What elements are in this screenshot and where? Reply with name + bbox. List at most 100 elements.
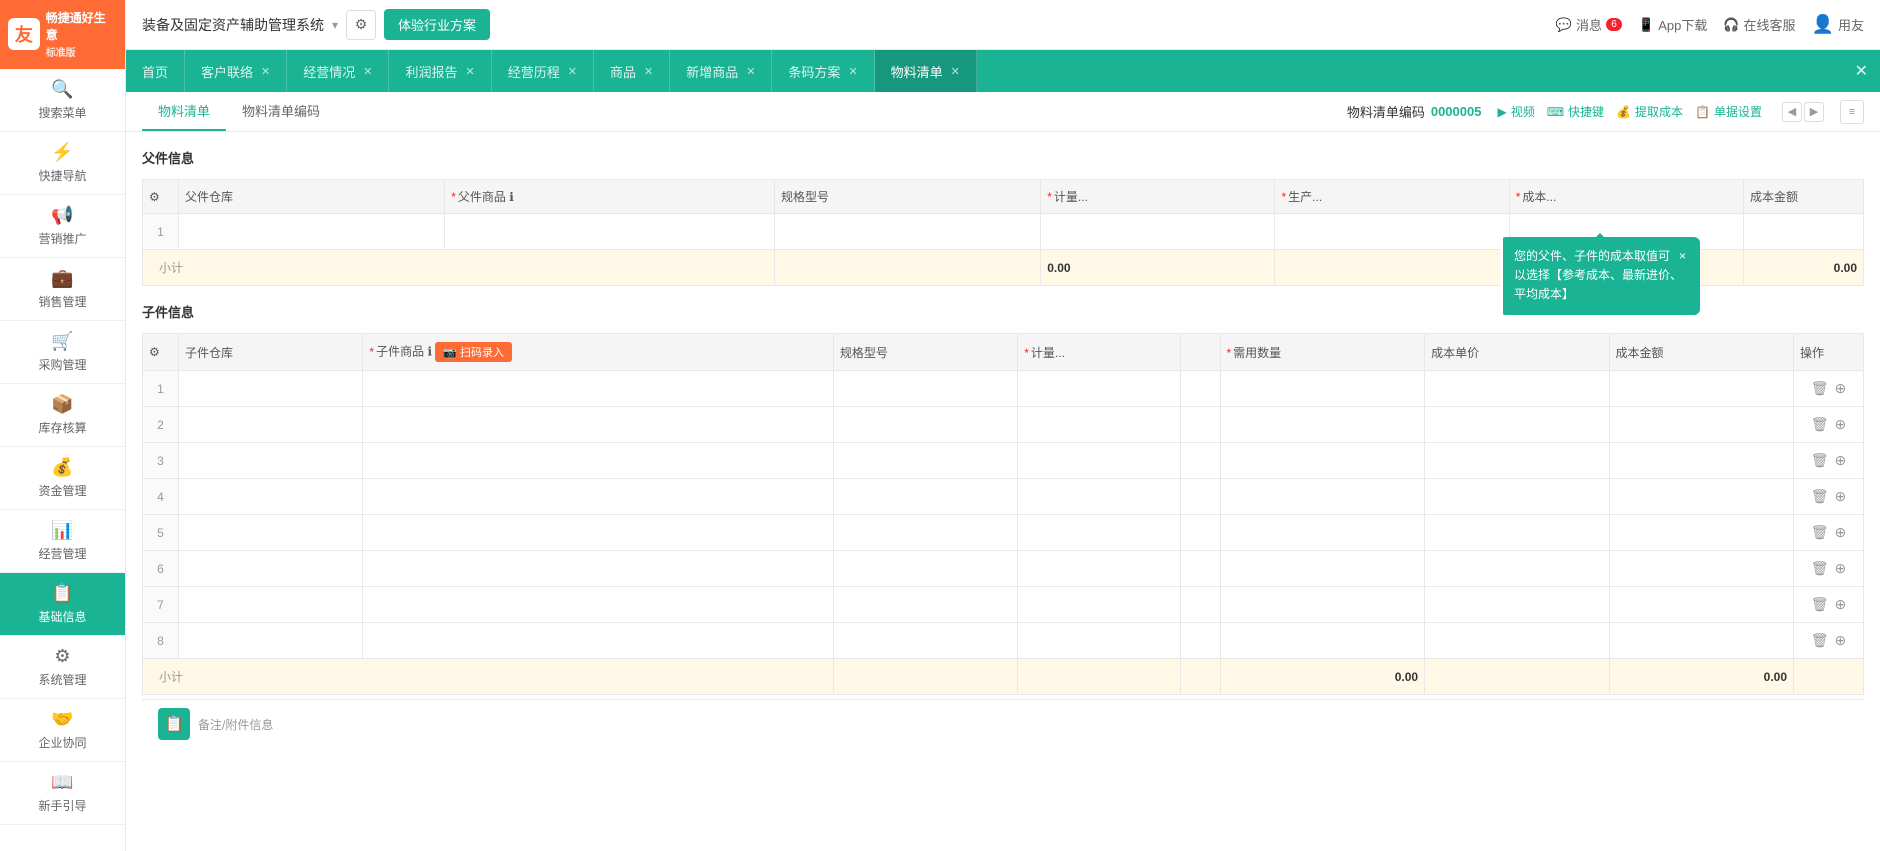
- child-cell-unit-1[interactable]: [1018, 371, 1180, 407]
- parent-cell-spec-1[interactable]: [775, 214, 1041, 250]
- child-cell-warehouse-6[interactable]: [179, 551, 363, 587]
- close-all-tabs[interactable]: ✕: [1843, 61, 1880, 81]
- close-bom-tab[interactable]: ✕: [951, 65, 960, 78]
- child-th-settings[interactable]: ⚙: [143, 334, 179, 371]
- child-cell-goods-3[interactable]: [363, 443, 833, 479]
- system-dropdown-arrow[interactable]: ▾: [332, 18, 338, 32]
- delete-icon-8[interactable]: 🗑: [1811, 632, 1829, 649]
- child-cell-qty-5[interactable]: [1220, 515, 1425, 551]
- nav-tab-home[interactable]: 首页: [126, 50, 185, 92]
- child-cell-qty-8[interactable]: [1220, 623, 1425, 659]
- child-cell-spec-8[interactable]: [833, 623, 1017, 659]
- child-cell-unit-6[interactable]: [1018, 551, 1180, 587]
- child-cell-goods-6[interactable]: [363, 551, 833, 587]
- child-cell-qty-4[interactable]: [1220, 479, 1425, 515]
- child-cell-warehouse-5[interactable]: [179, 515, 363, 551]
- close-barcode-tab[interactable]: ✕: [848, 65, 857, 78]
- nav-tab-new-goods[interactable]: 新增商品 ✕: [670, 50, 772, 92]
- child-cell-unit-cost-1[interactable]: [1425, 371, 1609, 407]
- close-profit-tab[interactable]: ✕: [466, 65, 475, 78]
- copy-icon-7[interactable]: ⊕: [1835, 596, 1847, 613]
- sidebar-item-basic[interactable]: 📋 基础信息: [0, 573, 125, 636]
- app-download-item[interactable]: 📱 App下载: [1638, 15, 1707, 34]
- child-cell-warehouse-4[interactable]: [179, 479, 363, 515]
- tooltip-close-btn[interactable]: ×: [1679, 247, 1686, 266]
- child-cell-goods-8[interactable]: [363, 623, 833, 659]
- delete-icon-2[interactable]: 🗑: [1811, 416, 1829, 433]
- sidebar-item-finance[interactable]: 💰 资金管理: [0, 447, 125, 510]
- close-customer-tab[interactable]: ✕: [261, 65, 270, 78]
- copy-icon-3[interactable]: ⊕: [1835, 452, 1847, 469]
- child-cell-amount-7[interactable]: [1609, 587, 1793, 623]
- close-history-tab[interactable]: ✕: [568, 65, 577, 78]
- sidebar-item-operations[interactable]: 📊 经营管理: [0, 510, 125, 573]
- menu-icon[interactable]: ≡: [1840, 100, 1864, 124]
- try-button[interactable]: 体验行业方案: [384, 9, 490, 40]
- child-cell-goods-7[interactable]: [363, 587, 833, 623]
- bottom-add-icon[interactable]: 📋: [158, 708, 190, 740]
- nav-tab-barcode[interactable]: 条码方案 ✕: [772, 50, 874, 92]
- delete-icon-6[interactable]: 🗑: [1811, 560, 1829, 577]
- action-extract-cost[interactable]: 💰 提取成本: [1616, 103, 1683, 120]
- parent-cell-goods-1[interactable]: [445, 214, 775, 250]
- prev-arrow[interactable]: ◀: [1782, 102, 1802, 122]
- action-shortcut[interactable]: ⌨ 快捷键: [1547, 103, 1604, 120]
- copy-icon-5[interactable]: ⊕: [1835, 524, 1847, 541]
- sidebar-item-enterprise[interactable]: 🤝 企业协同: [0, 699, 125, 762]
- parent-cell-produce-1[interactable]: [1275, 214, 1509, 250]
- child-cell-unit-3[interactable]: [1018, 443, 1180, 479]
- sidebar-item-quick[interactable]: ⚡ 快捷导航: [0, 132, 125, 195]
- message-item[interactable]: 💬 消息 6: [1556, 15, 1622, 34]
- child-cell-amount-2[interactable]: [1609, 407, 1793, 443]
- child-cell-unit-cost-8[interactable]: [1425, 623, 1609, 659]
- sidebar-item-purchase[interactable]: 🛒 采购管理: [0, 321, 125, 384]
- delete-icon-5[interactable]: 🗑: [1811, 524, 1829, 541]
- sidebar-item-guide[interactable]: 📖 新手引导: [0, 762, 125, 825]
- child-cell-unit-7[interactable]: [1018, 587, 1180, 623]
- action-video[interactable]: ▶ 视频: [1497, 103, 1534, 120]
- child-cell-spec-2[interactable]: [833, 407, 1017, 443]
- child-cell-qty-6[interactable]: [1220, 551, 1425, 587]
- action-doc-settings[interactable]: 📋 单据设置: [1695, 103, 1762, 120]
- gear-button[interactable]: ⚙: [346, 10, 376, 40]
- sub-tab-bom[interactable]: 物料清单: [142, 92, 226, 131]
- child-cell-warehouse-1[interactable]: [179, 371, 363, 407]
- parent-th-settings[interactable]: ⚙: [143, 180, 179, 214]
- child-cell-qty-7[interactable]: [1220, 587, 1425, 623]
- child-cell-unit-cost-6[interactable]: [1425, 551, 1609, 587]
- copy-icon-8[interactable]: ⊕: [1835, 632, 1847, 649]
- nav-tab-goods[interactable]: 商品 ✕: [594, 50, 670, 92]
- child-cell-unit-2[interactable]: [1018, 407, 1180, 443]
- child-cell-amount-3[interactable]: [1609, 443, 1793, 479]
- nav-tab-profit[interactable]: 利润报告 ✕: [389, 50, 491, 92]
- child-cell-unit-cost-7[interactable]: [1425, 587, 1609, 623]
- delete-icon-7[interactable]: 🗑: [1811, 596, 1829, 613]
- child-cell-unit-cost-3[interactable]: [1425, 443, 1609, 479]
- child-cell-warehouse-2[interactable]: [179, 407, 363, 443]
- child-cell-goods-4[interactable]: [363, 479, 833, 515]
- scan-button[interactable]: 📷 扫码录入: [435, 342, 512, 362]
- child-cell-qty-3[interactable]: [1220, 443, 1425, 479]
- child-cell-unit-8[interactable]: [1018, 623, 1180, 659]
- parent-cell-warehouse-1[interactable]: [179, 214, 445, 250]
- child-cell-amount-4[interactable]: [1609, 479, 1793, 515]
- child-cell-qty-2[interactable]: [1220, 407, 1425, 443]
- copy-icon-1[interactable]: ⊕: [1835, 380, 1847, 397]
- child-cell-unit-5[interactable]: [1018, 515, 1180, 551]
- sidebar-item-marketing[interactable]: 📢 营销推广: [0, 195, 125, 258]
- sub-tab-code[interactable]: 物料清单编码: [226, 92, 336, 131]
- child-cell-amount-6[interactable]: [1609, 551, 1793, 587]
- parent-cell-unit-1[interactable]: [1041, 214, 1275, 250]
- close-goods-tab[interactable]: ✕: [644, 65, 653, 78]
- child-cell-spec-7[interactable]: [833, 587, 1017, 623]
- child-cell-unit-cost-2[interactable]: [1425, 407, 1609, 443]
- child-cell-goods-2[interactable]: [363, 407, 833, 443]
- child-cell-amount-5[interactable]: [1609, 515, 1793, 551]
- close-new-goods-tab[interactable]: ✕: [746, 65, 755, 78]
- copy-icon-2[interactable]: ⊕: [1835, 416, 1847, 433]
- delete-icon-3[interactable]: 🗑: [1811, 452, 1829, 469]
- nav-tab-operations[interactable]: 经营情况 ✕: [287, 50, 389, 92]
- child-cell-goods-1[interactable]: [363, 371, 833, 407]
- child-cell-goods-5[interactable]: [363, 515, 833, 551]
- child-cell-amount-1[interactable]: [1609, 371, 1793, 407]
